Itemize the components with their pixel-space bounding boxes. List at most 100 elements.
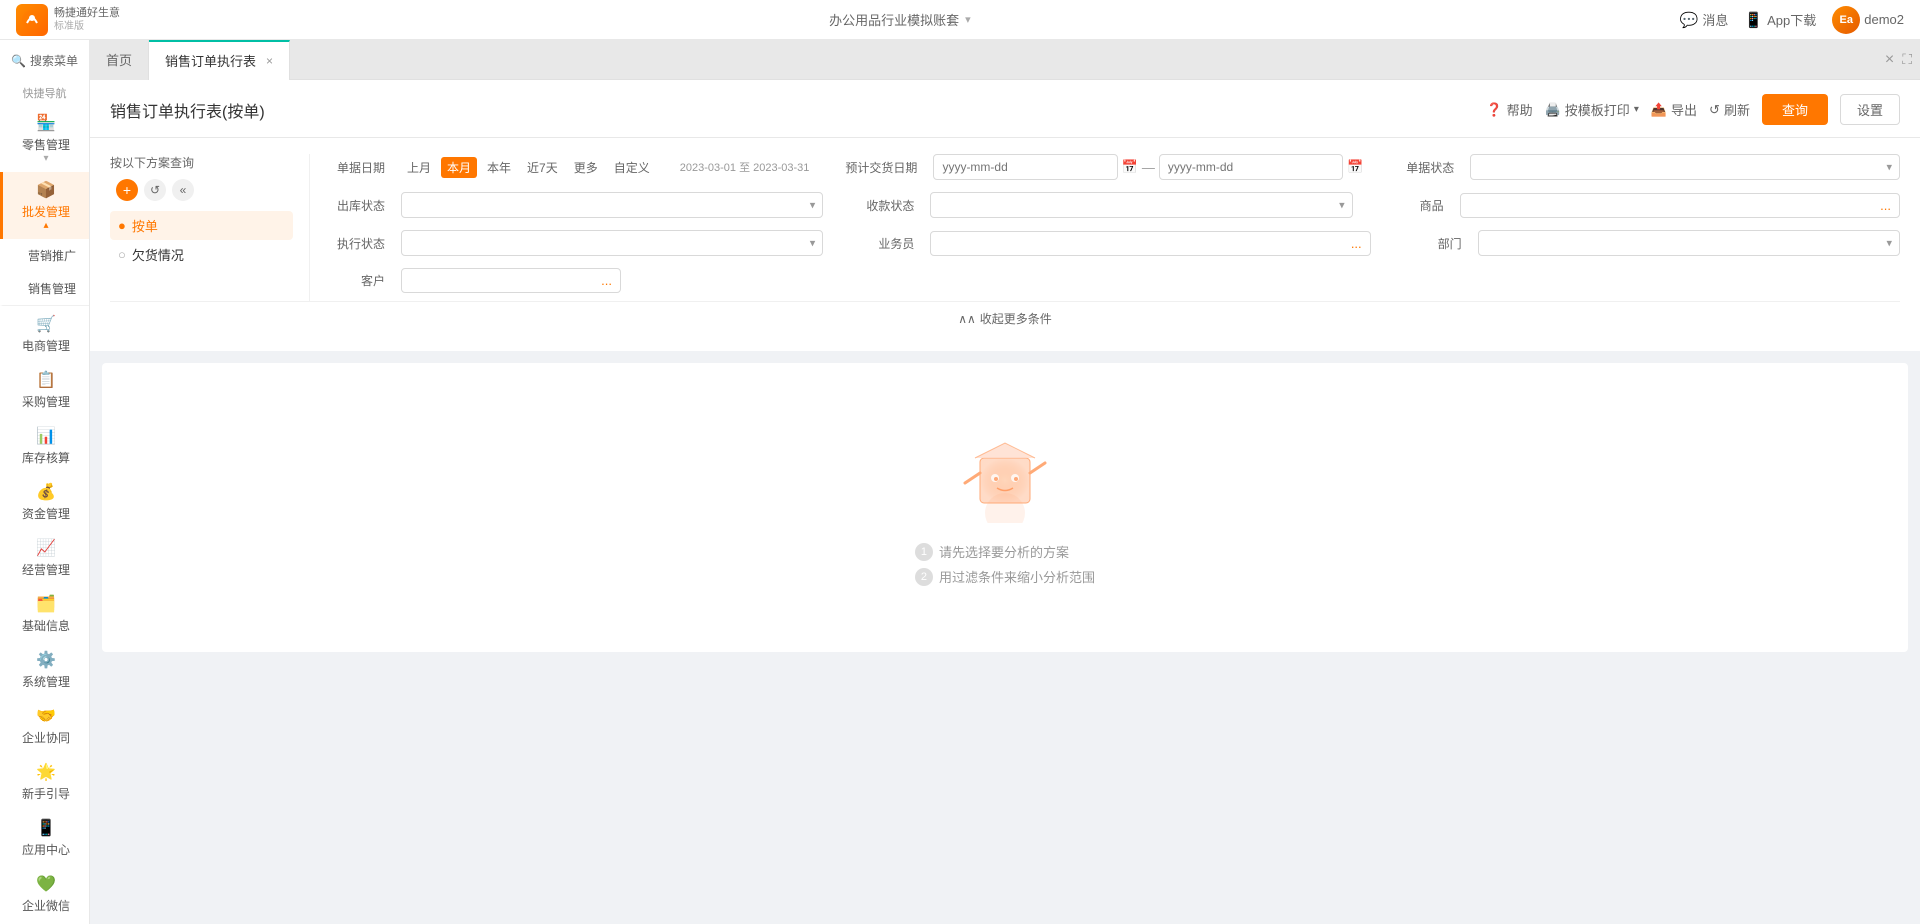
window-expand-btn[interactable]: ⛶ [1902,51,1912,68]
date-btn-7days[interactable]: 近7天 [521,157,564,178]
message-btn[interactable]: 💬 消息 [1680,10,1729,29]
payment-status-label: 收款状态 [859,197,914,214]
help-btn[interactable]: ❓ 帮助 [1486,100,1532,119]
active-scheme-icon: ● [118,218,126,233]
message-icon: 💬 [1680,11,1699,29]
sidebar-item-purchase[interactable]: 📋 采购管理 [0,362,89,418]
export-btn[interactable]: 📤 导出 [1651,100,1697,119]
sidebar-item-basic-info[interactable]: 🗂️ 基础信息 [0,586,89,642]
logo-text: 畅捷通好生意 标准版 [54,6,120,33]
sidebar-item-app-center[interactable]: 📱 应用中心 [0,810,89,866]
customer-input-wrap: ... [401,268,621,293]
dept-select[interactable] [1478,230,1900,256]
doc-status-select[interactable] [1470,154,1900,180]
goods-input[interactable] [1469,198,1880,212]
tab-sales-order[interactable]: 销售订单执行表 × [149,40,290,80]
sidebar-item-ecommerce[interactable]: 🛒 电商管理 [0,305,89,362]
sidebar-item-wholesale[interactable]: 📦 批发管理 ▴ [0,172,89,239]
collapse-scheme-btn[interactable]: « [172,179,194,201]
empty-step-1: 1 请先选择要分析的方案 [915,542,1095,561]
date-range-display: 2023-03-01 至 2023-03-31 [680,159,810,175]
app-download-btn[interactable]: 📱 App下载 [1744,10,1816,29]
refresh-icon: ↺ [1709,102,1720,118]
tab-home[interactable]: 首页 [90,40,149,80]
dept-wrap [1478,230,1900,256]
query-button[interactable]: 查询 [1762,94,1828,125]
sidebar-item-inventory[interactable]: 📊 库存核算 [0,418,89,474]
tab-close-btn[interactable]: × [266,54,273,68]
empty-state: 1 请先选择要分析的方案 2 用过滤条件来缩小分析范围 [102,363,1908,652]
filter-panel: 按以下方案查询 + ↺ « ● 按单 [90,138,1920,351]
purchase-icon: 📋 [36,370,56,390]
empty-illustration [955,423,1055,526]
dept-label: 部门 [1407,235,1462,252]
logo-area: 畅捷通好生意 标准版 [16,4,120,36]
wholesale-icon: 📦 [36,180,56,200]
date-btn-this-month[interactable]: 本月 [441,157,477,178]
filter-row-2: 出库状态 收款状态 [330,192,1900,218]
top-menu[interactable]: 办公用品行业模拟账套 ▾ [829,10,971,29]
date-separator: — [1142,160,1155,175]
top-menu-arrow: ▾ [965,13,971,26]
sidebar-item-sales[interactable]: 销售管理 [0,272,89,305]
print-btn[interactable]: 🖨️ 按模板打印 ▾ [1545,100,1639,119]
exec-status-label: 执行状态 [330,235,385,252]
add-scheme-btn[interactable]: + [116,179,138,201]
sidebar-item-enterprise[interactable]: 🤝 企业协同 [0,698,89,754]
calendar-icon-start: 📅 [1122,159,1138,175]
filter-inner: 按以下方案查询 + ↺ « ● 按单 [110,154,1900,301]
date-btn-this-year[interactable]: 本年 [481,157,517,178]
salesperson-input[interactable] [939,236,1350,250]
window-close-btn[interactable]: × [1885,51,1894,69]
top-bar: 畅捷通好生意 标准版 办公用品行业模拟账套 ▾ 💬 消息 📱 App下载 Ea … [0,0,1920,40]
basic-info-icon: 🗂️ [36,594,56,614]
sidebar-item-finance[interactable]: 💰 资金管理 [0,474,89,530]
sidebar-search-area: 🔍 搜索菜单 [0,40,89,81]
sidebar-item-wechat[interactable]: 💚 企业微信 [0,866,89,922]
expected-date-end[interactable] [1159,154,1343,180]
main-area: 🔍 搜索菜单 快捷导航 🏪 零售管理 ▾ 📦 批发管理 ▴ 营销推广 销售管理 [0,40,1920,924]
filter-row-3: 执行状态 业务员 ... [330,230,1900,256]
customer-input[interactable] [410,274,601,288]
salesperson-more-btn[interactable]: ... [1351,236,1362,251]
out-status-select[interactable] [401,192,823,218]
calendar-icon-end: 📅 [1347,159,1363,175]
search-menu-btn[interactable]: 🔍 搜索菜单 [8,48,81,73]
payment-status-select[interactable] [930,192,1352,218]
exec-status-wrap [401,230,823,256]
filter-scheme-panel: 按以下方案查询 + ↺ « ● 按单 [110,154,310,301]
export-icon: 📤 [1651,102,1667,118]
collapse-btn[interactable]: ∧∧ 收起更多条件 [958,310,1052,327]
exec-status-select[interactable] [401,230,823,256]
refresh-scheme-btn[interactable]: ↺ [144,179,166,201]
date-btn-custom[interactable]: 自定义 [608,157,656,178]
inventory-icon: 📊 [36,426,56,446]
newbie-icon: 🌟 [36,762,56,782]
sidebar-item-newbie[interactable]: 🌟 新手引导 [0,754,89,810]
scheme-item-order[interactable]: ● 按单 [110,211,293,240]
tab-bar-actions: × ⛶ [1885,51,1920,69]
wechat-icon: 💚 [36,874,56,894]
sidebar-item-operations[interactable]: 📈 经营管理 [0,530,89,586]
date-quick-filter: 上月 本月 本年 近7天 更多 自定义 [401,157,656,178]
customer-more-btn[interactable]: ... [601,273,612,288]
expected-date-start[interactable] [933,154,1117,180]
out-status-wrap [401,192,823,218]
user-menu[interactable]: Ea demo2 [1832,6,1904,34]
quick-nav-label: 快捷导航 [0,81,89,105]
goods-more-btn[interactable]: ... [1880,198,1891,213]
scheme-item-shortage[interactable]: ○ 欠货情况 [110,240,293,269]
app-container: 畅捷通好生意 标准版 办公用品行业模拟账套 ▾ 💬 消息 📱 App下载 Ea … [0,0,1920,924]
refresh-btn[interactable]: ↺ 刷新 [1709,100,1750,119]
header-actions: ❓ 帮助 🖨️ 按模板打印 ▾ 📤 导出 ↺ [1486,94,1900,125]
setting-button[interactable]: 设置 [1840,94,1900,125]
tab-bar: 首页 销售订单执行表 × × ⛶ [90,40,1920,80]
date-btn-more[interactable]: 更多 [568,157,604,178]
sidebar-item-retail[interactable]: 🏪 零售管理 ▾ [0,105,89,172]
finance-icon: 💰 [36,482,56,502]
date-btn-last-month[interactable]: 上月 [401,157,437,178]
avatar: Ea [1832,6,1860,34]
retail-icon: 🏪 [36,113,56,133]
sidebar-item-marketing[interactable]: 营销推广 [0,239,89,272]
sidebar-item-system[interactable]: ⚙️ 系统管理 [0,642,89,698]
